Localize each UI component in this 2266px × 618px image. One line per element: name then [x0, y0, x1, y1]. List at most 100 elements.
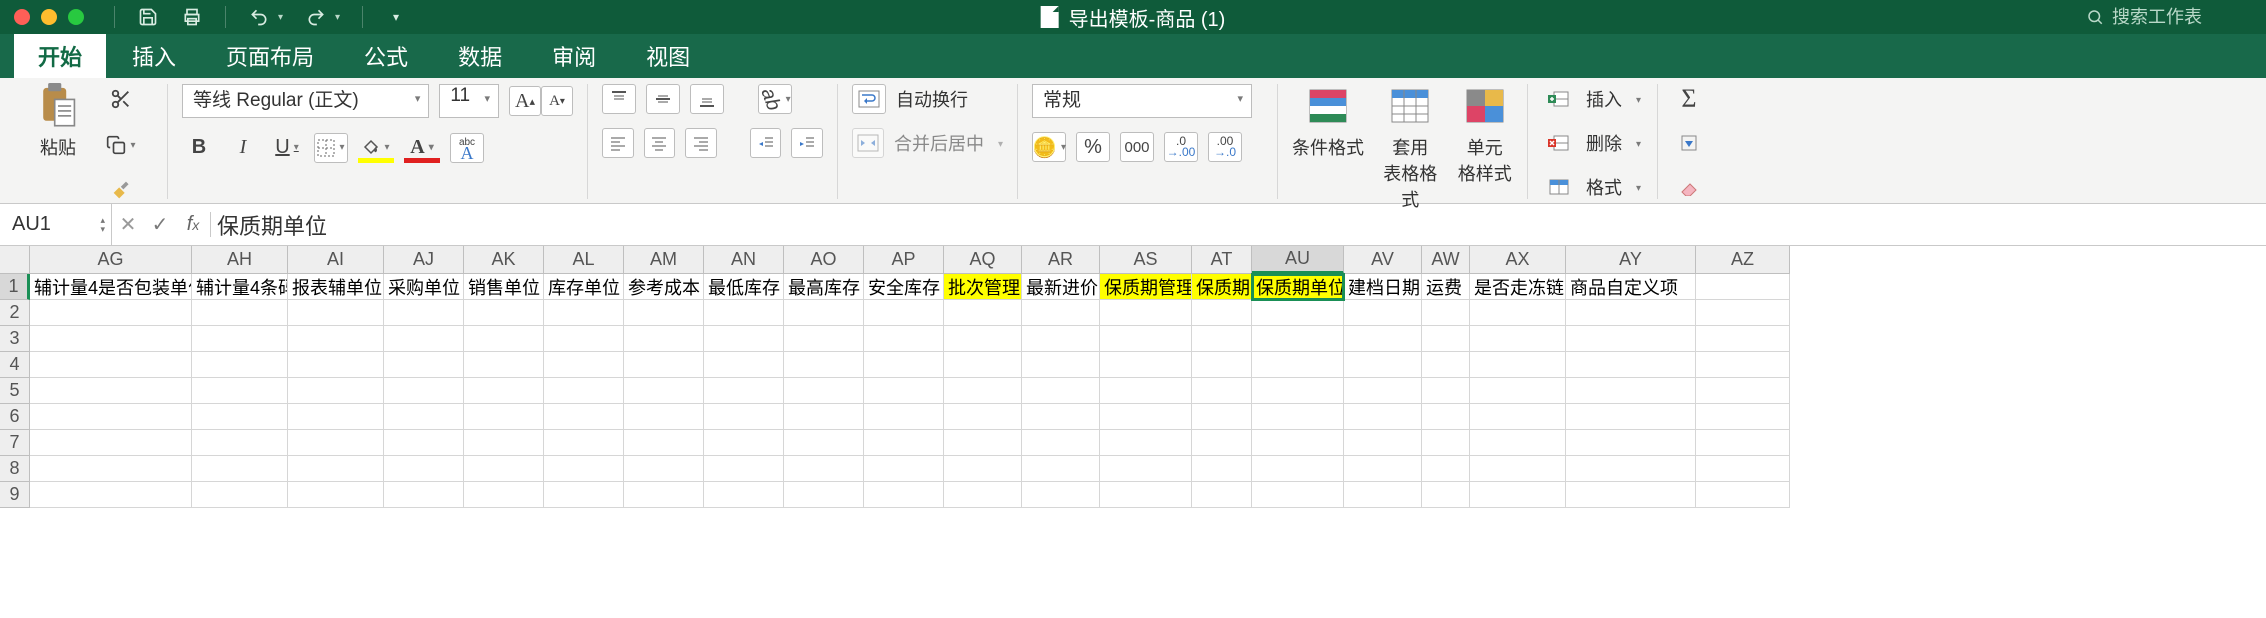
conditional-formatting-button[interactable]: 条件格式 [1292, 84, 1364, 160]
cell-AZ6[interactable] [1696, 404, 1790, 430]
column-header-AR[interactable]: AR [1022, 246, 1100, 274]
cell-AR1[interactable]: 最新进价 [1022, 274, 1100, 300]
cell-AV1[interactable]: 建档日期 [1344, 274, 1422, 300]
cell-AJ2[interactable] [384, 300, 464, 326]
cell-AJ5[interactable] [384, 378, 464, 404]
cell-AG1[interactable]: 辅计量4是否包装单位 [30, 274, 192, 300]
cell-AL6[interactable] [544, 404, 624, 430]
cell-AY9[interactable] [1566, 482, 1696, 508]
cell-AH9[interactable] [192, 482, 288, 508]
cell-AZ8[interactable] [1696, 456, 1790, 482]
save-icon[interactable] [137, 6, 159, 28]
italic-button[interactable]: I [226, 133, 260, 163]
tab-开始[interactable]: 开始 [14, 32, 106, 78]
cell-AG4[interactable] [30, 352, 192, 378]
cell-AR6[interactable] [1022, 404, 1100, 430]
row-header-9[interactable]: 9 [0, 482, 30, 508]
cell-AV4[interactable] [1344, 352, 1422, 378]
column-header-AJ[interactable]: AJ [384, 246, 464, 274]
cell-AM8[interactable] [624, 456, 704, 482]
redo-history-dropdown[interactable]: ▾ [335, 12, 340, 23]
cell-AR2[interactable] [1022, 300, 1100, 326]
column-header-AG[interactable]: AG [30, 246, 192, 274]
close-window-icon[interactable] [14, 9, 30, 25]
cell-AV3[interactable] [1344, 326, 1422, 352]
cell-AW8[interactable] [1422, 456, 1470, 482]
row-header-4[interactable]: 4 [0, 352, 30, 378]
cell-AV6[interactable] [1344, 404, 1422, 430]
cell-AS8[interactable] [1100, 456, 1192, 482]
cell-AX3[interactable] [1470, 326, 1566, 352]
autosum-button[interactable]: Σ [1672, 84, 1706, 114]
format-dropdown[interactable] [1632, 178, 1641, 196]
column-header-AU[interactable]: AU [1252, 246, 1344, 274]
cell-AY2[interactable] [1566, 300, 1696, 326]
cell-AN3[interactable] [704, 326, 784, 352]
cell-AN7[interactable] [704, 430, 784, 456]
cell-AU9[interactable] [1252, 482, 1344, 508]
clear-button[interactable] [1672, 172, 1706, 202]
cell-AI1[interactable]: 报表辅单位 [288, 274, 384, 300]
cell-AX6[interactable] [1470, 404, 1566, 430]
cell-styles-button[interactable]: 单元 格样式 [1457, 84, 1514, 186]
cell-AS6[interactable] [1100, 404, 1192, 430]
cell-AP8[interactable] [864, 456, 944, 482]
cell-AL2[interactable] [544, 300, 624, 326]
column-header-AV[interactable]: AV [1344, 246, 1422, 274]
format-cells-button[interactable] [1542, 172, 1576, 202]
cell-AZ2[interactable] [1696, 300, 1790, 326]
cell-AU6[interactable] [1252, 404, 1344, 430]
cell-AK8[interactable] [464, 456, 544, 482]
format-as-table-button[interactable]: 套用 表格格式 [1382, 84, 1439, 212]
align-left-button[interactable] [602, 128, 634, 158]
cell-AW2[interactable] [1422, 300, 1470, 326]
format-painter-button[interactable] [104, 176, 138, 206]
delete-cells-button[interactable] [1542, 128, 1576, 158]
cell-AJ6[interactable] [384, 404, 464, 430]
formula-input[interactable]: 保质期单位 [211, 209, 2266, 241]
cell-AX5[interactable] [1470, 378, 1566, 404]
font-size-combo[interactable]: 11 [439, 84, 499, 118]
cell-AK4[interactable] [464, 352, 544, 378]
cell-AZ3[interactable] [1696, 326, 1790, 352]
cell-AT3[interactable] [1192, 326, 1252, 352]
cell-AS2[interactable] [1100, 300, 1192, 326]
cell-AY5[interactable] [1566, 378, 1696, 404]
cell-AR3[interactable] [1022, 326, 1100, 352]
cell-AZ1[interactable] [1696, 274, 1790, 300]
row-header-7[interactable]: 7 [0, 430, 30, 456]
cell-AW5[interactable] [1422, 378, 1470, 404]
cell-AP4[interactable] [864, 352, 944, 378]
cell-AG9[interactable] [30, 482, 192, 508]
cell-AZ5[interactable] [1696, 378, 1790, 404]
cell-AK5[interactable] [464, 378, 544, 404]
cell-AH6[interactable] [192, 404, 288, 430]
cell-AI8[interactable] [288, 456, 384, 482]
cell-AH5[interactable] [192, 378, 288, 404]
undo-history-dropdown[interactable]: ▾ [278, 12, 283, 23]
column-header-AN[interactable]: AN [704, 246, 784, 274]
increase-decimal-button[interactable]: .0→.00 [1164, 132, 1198, 162]
cell-AP7[interactable] [864, 430, 944, 456]
cell-AL1[interactable]: 库存单位 [544, 274, 624, 300]
column-header-AY[interactable]: AY [1566, 246, 1696, 274]
cell-AW9[interactable] [1422, 482, 1470, 508]
column-header-AQ[interactable]: AQ [944, 246, 1022, 274]
cell-AR5[interactable] [1022, 378, 1100, 404]
cell-AI7[interactable] [288, 430, 384, 456]
align-right-button[interactable] [685, 128, 717, 158]
wrap-text-button[interactable] [852, 84, 886, 114]
cell-AR8[interactable] [1022, 456, 1100, 482]
align-center-button[interactable] [644, 128, 676, 158]
cell-AQ5[interactable] [944, 378, 1022, 404]
cell-AX2[interactable] [1470, 300, 1566, 326]
column-header-AT[interactable]: AT [1192, 246, 1252, 274]
cell-AK6[interactable] [464, 404, 544, 430]
cell-AI4[interactable] [288, 352, 384, 378]
cell-AP1[interactable]: 安全库存 [864, 274, 944, 300]
cell-AT6[interactable] [1192, 404, 1252, 430]
cell-AW3[interactable] [1422, 326, 1470, 352]
increase-indent-button[interactable] [791, 128, 823, 158]
cell-AK9[interactable] [464, 482, 544, 508]
cell-AS1[interactable]: 保质期管理 [1100, 274, 1192, 300]
